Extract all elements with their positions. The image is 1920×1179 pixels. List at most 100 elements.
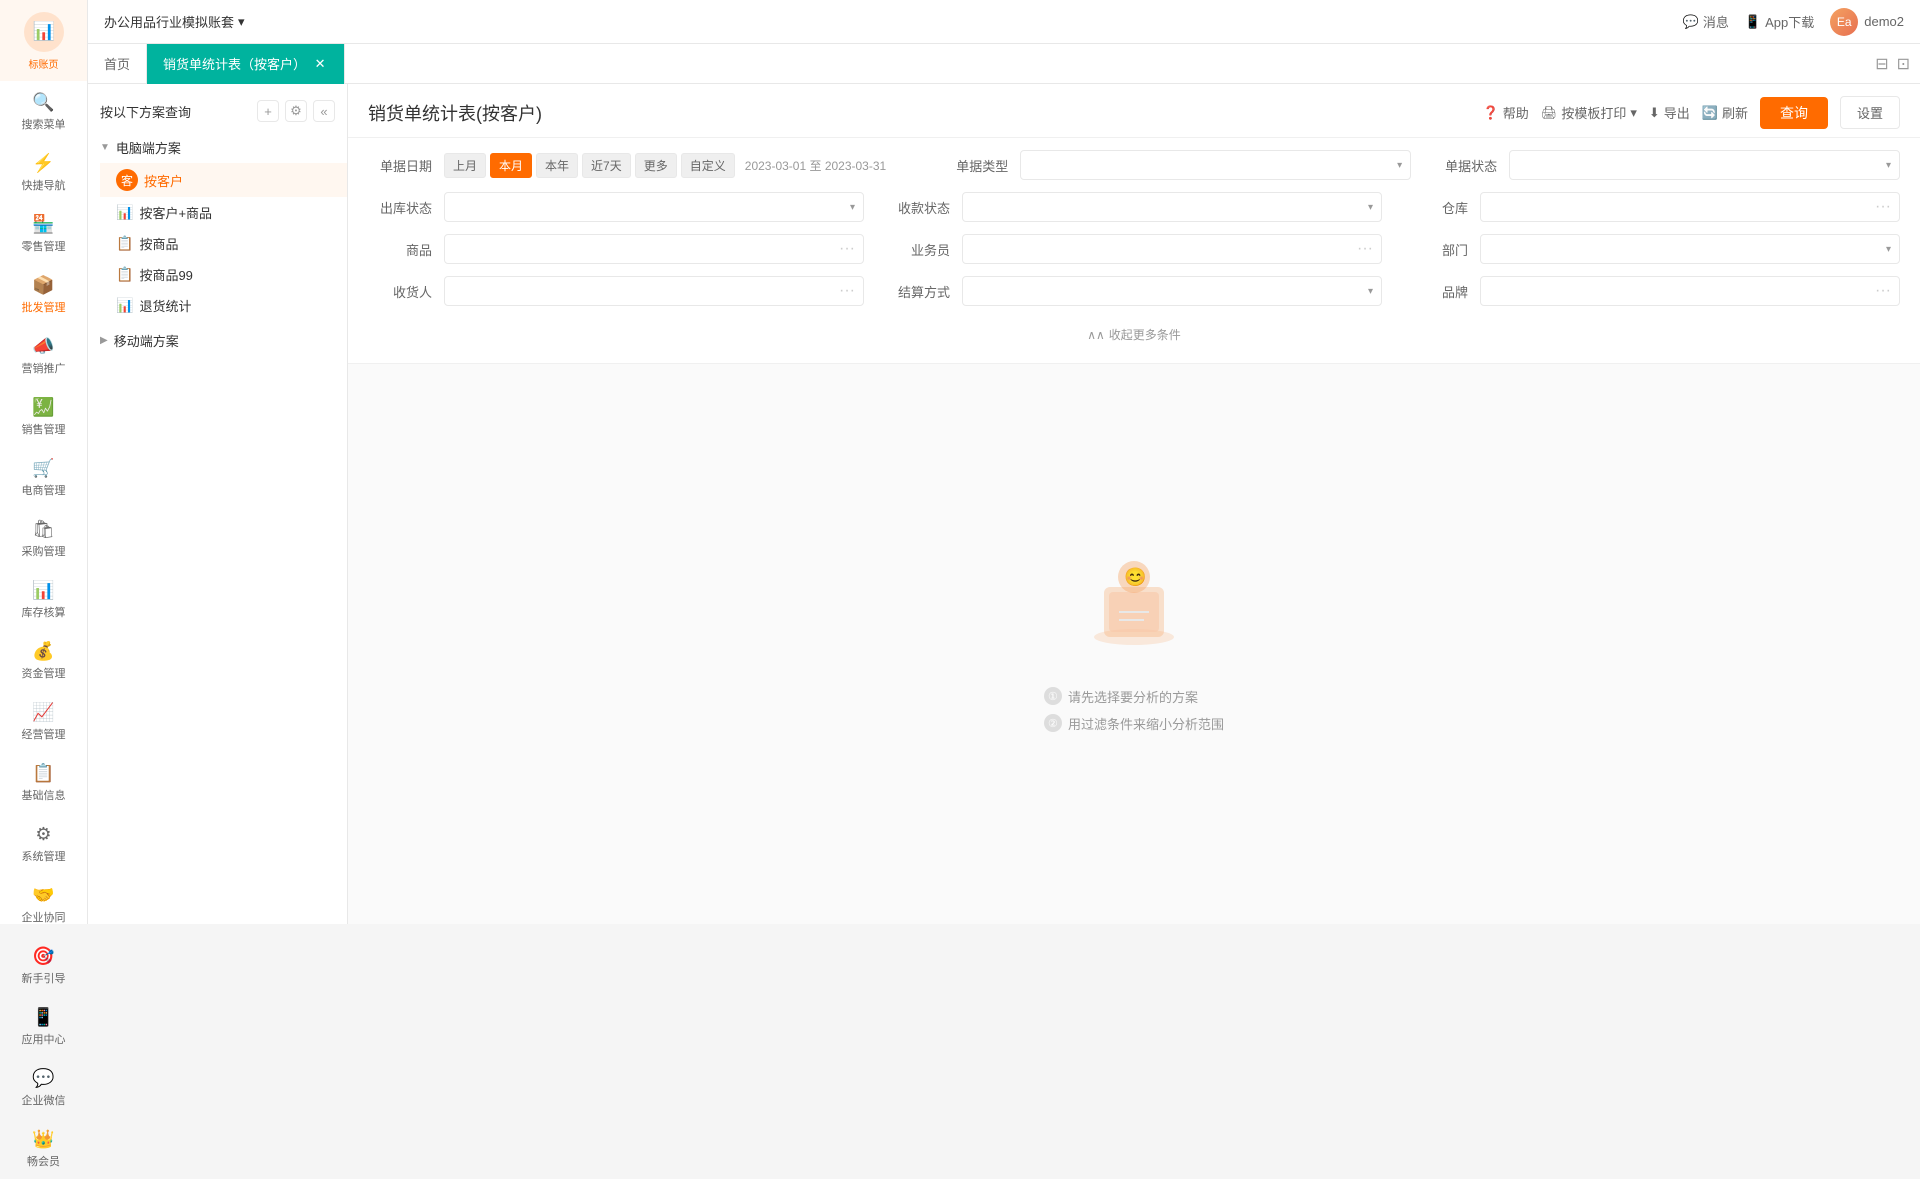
recipient-input[interactable]: ···: [444, 276, 864, 306]
date-btn-last-month[interactable]: 上月: [444, 153, 486, 178]
date-btn-more[interactable]: 更多: [635, 153, 677, 178]
tab-close-button[interactable]: ✕: [312, 56, 328, 72]
add-scheme-button[interactable]: +: [257, 100, 279, 122]
sidebar-item-system[interactable]: ⚙ 系统管理: [0, 813, 87, 874]
staff-input[interactable]: ···: [962, 234, 1382, 264]
mobile-scheme-parent[interactable]: ▶ 移动端方案: [88, 325, 347, 356]
sidebar-item-wholesale[interactable]: 📦 批发管理: [0, 264, 87, 325]
sidebar-item-vip[interactable]: 👑 畅会员: [0, 1118, 87, 1179]
sidebar-item-label: 库存核算: [22, 604, 66, 620]
sidebar-item-label: 新手引导: [22, 970, 66, 986]
sidebar-item-sales[interactable]: 💹 销售管理: [0, 386, 87, 447]
brand-label: 品牌: [1404, 282, 1468, 301]
scheme-by-customer-label: 按客户: [144, 171, 183, 190]
hint-text-1: 请先选择要分析的方案: [1068, 687, 1198, 706]
export-button[interactable]: ⬇ 导出: [1649, 103, 1690, 122]
sidebar-item-procurement[interactable]: 🛍 采购管理: [0, 508, 87, 569]
sidebar-item-operations[interactable]: 📈 经营管理: [0, 691, 87, 752]
mobile-scheme-label: 移动端方案: [114, 331, 179, 350]
search-icon: 🔍: [33, 91, 55, 113]
svg-text:😊: 😊: [1124, 567, 1146, 587]
finance-icon: 💰: [33, 640, 55, 662]
message-icon: 💬: [1683, 14, 1699, 30]
customer-badge: 客: [116, 169, 138, 191]
window-minimize-icon[interactable]: ⊟: [1875, 54, 1888, 74]
collapse-bar[interactable]: ∧∧ 收起更多条件: [368, 318, 1900, 351]
order-type-select[interactable]: ▾: [1020, 150, 1411, 180]
cooperation-icon: 🤝: [33, 884, 55, 906]
recipient-label: 收货人: [368, 282, 432, 301]
logo-area: 📊 标账页: [0, 0, 87, 81]
sidebar-item-guide[interactable]: 🎯 新手引导: [0, 935, 87, 996]
sidebar-item-wechat[interactable]: 💬 企业微信: [0, 1057, 87, 1118]
message-button[interactable]: 💬 消息: [1683, 12, 1729, 31]
sidebar-item-label: 营销推广: [22, 360, 66, 376]
scheme-by-goods-99[interactable]: 📋 按商品99: [100, 259, 347, 290]
out-status-select[interactable]: ▾: [444, 192, 864, 222]
sidebar-item-label: 快捷导航: [22, 177, 66, 193]
inventory-icon: 📊: [33, 579, 55, 601]
help-button[interactable]: ❓ 帮助: [1483, 103, 1529, 122]
refresh-icon: 🔄: [1702, 105, 1718, 121]
right-content: 销货单统计表(按客户) ❓ 帮助 🖨 按模板打印 ▾ ⬇ 导出: [348, 84, 1920, 924]
scheme-by-goods[interactable]: 📋 按商品: [100, 228, 347, 259]
sidebar-item-shortcuts[interactable]: ⚡ 快捷导航: [0, 142, 87, 203]
wechat-icon: 💬: [33, 1067, 55, 1089]
brand-input[interactable]: ···: [1480, 276, 1900, 306]
user-avatar-button[interactable]: Ea demo2: [1830, 8, 1904, 36]
scheme-return-stats[interactable]: 📊 退货统计: [100, 290, 347, 321]
date-btn-custom[interactable]: 自定义: [681, 153, 735, 178]
sidebar-item-retail[interactable]: 🏪 零售管理: [0, 203, 87, 264]
settle-select[interactable]: ▾: [962, 276, 1382, 306]
date-btn-this-month[interactable]: 本月: [490, 153, 532, 178]
scheme-by-customer-goods[interactable]: 📊 按客户+商品: [100, 197, 347, 228]
sidebar-item-cooperation[interactable]: 🤝 企业协同: [0, 874, 87, 935]
sidebar-item-ecommerce[interactable]: 🛒 电商管理: [0, 447, 87, 508]
desktop-scheme-label: 电脑端方案: [116, 138, 181, 157]
scheme-settings-button[interactable]: ⚙: [285, 100, 307, 122]
print-button[interactable]: 🖨 按模板打印 ▾: [1541, 103, 1637, 122]
sidebar-item-app[interactable]: 📱 应用中心: [0, 996, 87, 1057]
warehouse-input[interactable]: ···: [1480, 192, 1900, 222]
hint-num-2: ②: [1044, 714, 1062, 732]
query-button[interactable]: 查询: [1760, 97, 1828, 129]
order-status-select[interactable]: ▾: [1509, 150, 1900, 180]
top-header: 办公用品行业模拟账套 ▾ 💬 消息 📱 App下载 Ea demo2: [88, 0, 1920, 44]
desktop-scheme-parent[interactable]: ▼ 电脑端方案: [88, 132, 347, 163]
goods-input[interactable]: ···: [444, 234, 864, 264]
app-download-label: App下载: [1765, 12, 1814, 31]
payment-status-select[interactable]: ▾: [962, 192, 1382, 222]
settings-button[interactable]: 设置: [1840, 96, 1900, 129]
account-dropdown[interactable]: 办公用品行业模拟账套 ▾: [104, 12, 245, 31]
date-btn-last-7[interactable]: 近7天: [582, 153, 631, 178]
sidebar-item-label: 系统管理: [22, 848, 66, 864]
sidebar-item-inventory[interactable]: 📊 库存核算: [0, 569, 87, 630]
app-download-button[interactable]: 📱 App下载: [1745, 12, 1814, 31]
export-label: 导出: [1664, 103, 1690, 122]
scheme-by-customer-goods-label: 按客户+商品: [139, 203, 212, 222]
goods-dots-icon: ···: [839, 240, 855, 258]
panel-collapse-button[interactable]: «: [313, 100, 335, 122]
tab-sales-stats[interactable]: 销货单统计表（按客户） ✕: [147, 44, 345, 84]
scheme-by-customer[interactable]: 客 按客户: [100, 163, 347, 197]
goods-icon: 📋: [116, 235, 133, 252]
hint-text-2: 用过滤条件来缩小分析范围: [1068, 714, 1224, 733]
window-maximize-icon[interactable]: ⊡: [1897, 54, 1910, 74]
collapse-text: ∧∧ 收起更多条件: [1087, 326, 1181, 343]
dept-select[interactable]: ▾: [1480, 234, 1900, 264]
sidebar-item-basic[interactable]: 📋 基础信息: [0, 752, 87, 813]
brand-dots-icon: ···: [1875, 282, 1891, 300]
collapse-up-icon: ∧∧: [1087, 328, 1105, 342]
date-btn-this-year[interactable]: 本年: [536, 153, 578, 178]
sidebar-item-marketing[interactable]: 📣 营销推广: [0, 325, 87, 386]
print-dropdown-icon: ▾: [1630, 105, 1637, 121]
empty-state: 😊 ① 请先选择要分析的方案 ② 用过滤条件来缩小分析范围: [348, 364, 1920, 924]
tab-home[interactable]: 首页: [88, 44, 147, 84]
empty-illustration: 😊: [1074, 547, 1194, 667]
hint-num-1: ①: [1044, 687, 1062, 705]
sidebar-item-search[interactable]: 🔍 搜索菜单: [0, 81, 87, 142]
sidebar-item-finance[interactable]: 💰 资金管理: [0, 630, 87, 691]
refresh-button[interactable]: 🔄 刷新: [1702, 103, 1748, 122]
guide-icon: 🎯: [33, 945, 55, 967]
order-status-chevron-icon: ▾: [1886, 160, 1891, 171]
